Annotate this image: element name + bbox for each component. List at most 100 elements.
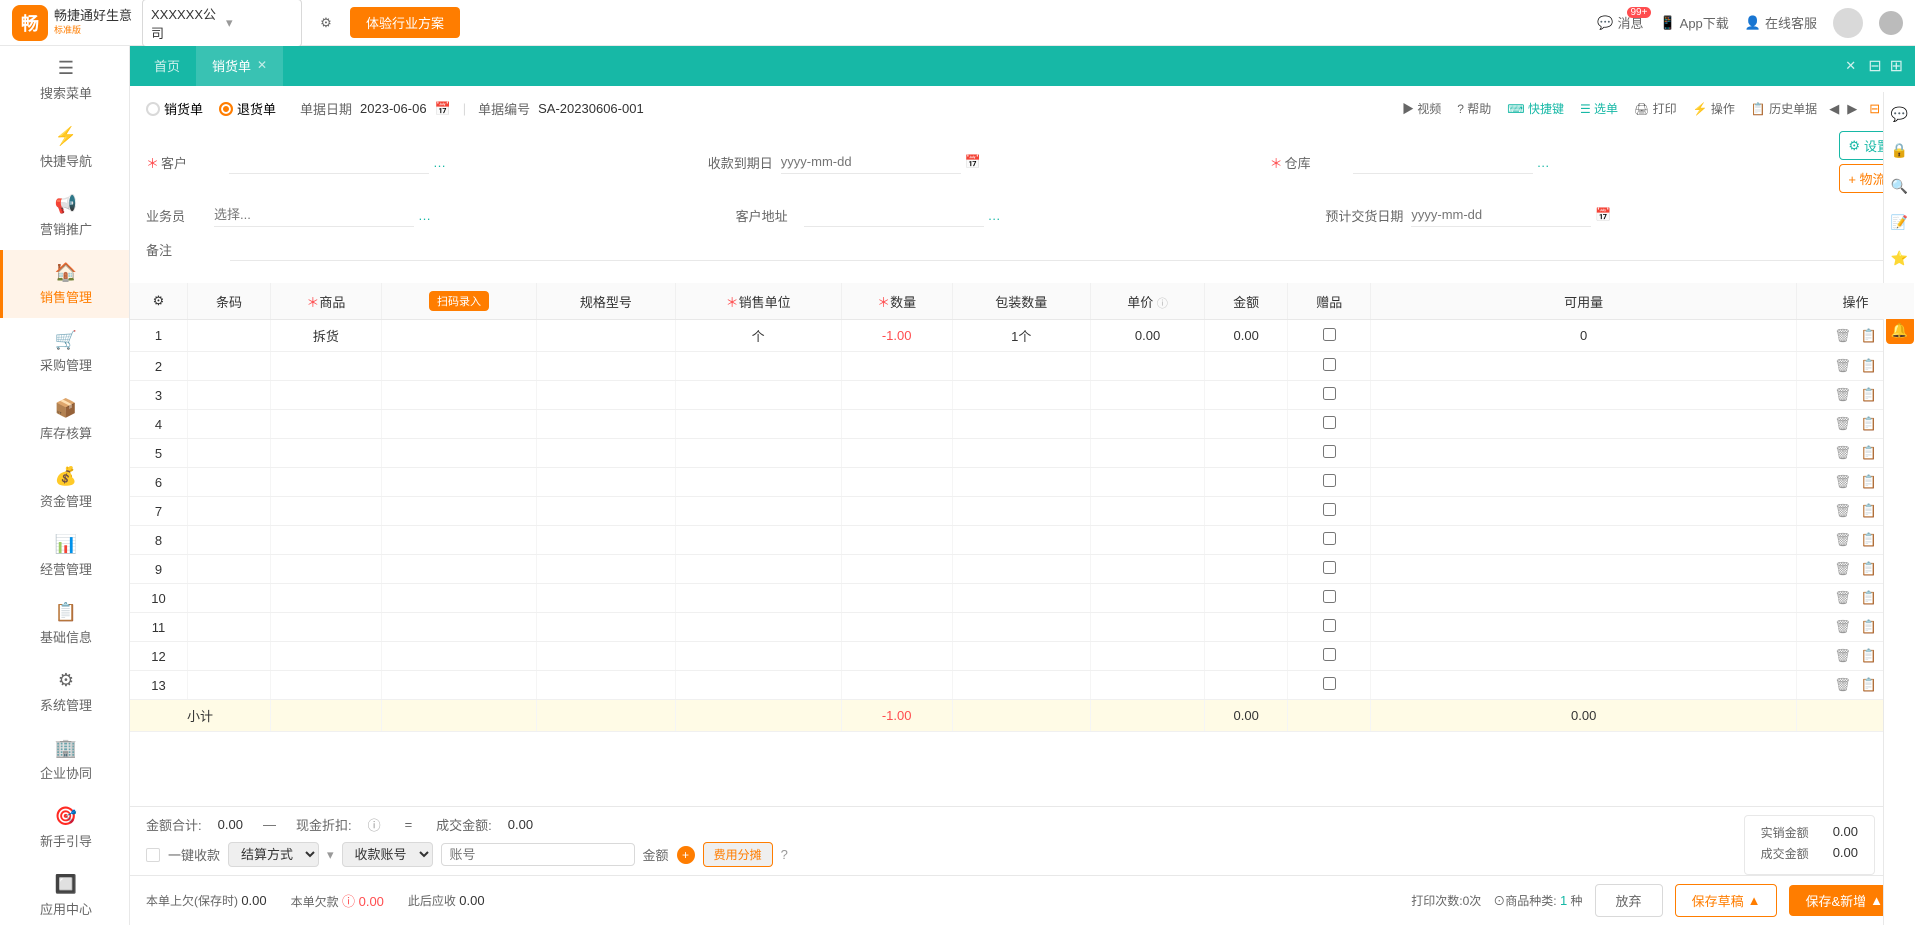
expected-date-input[interactable]	[1411, 203, 1591, 227]
row-product[interactable]: 拆货	[270, 320, 381, 352]
delete-icon[interactable]: 🗑	[1834, 445, 1851, 460]
sidebar-item-purchase[interactable]: 🛒 采购管理	[0, 318, 129, 386]
sidebar-item-system[interactable]: ⚙ 系统管理	[0, 658, 129, 726]
rp-note-icon[interactable]: 📝	[1886, 208, 1914, 236]
customer-input[interactable]	[229, 150, 429, 174]
row-qty[interactable]	[841, 497, 952, 526]
row-amount[interactable]	[1205, 584, 1288, 613]
row-spec[interactable]	[537, 613, 675, 642]
expected-calendar-icon[interactable]: 📅	[1595, 207, 1611, 223]
sidebar-item-guide[interactable]: 🎯 新手引导	[0, 794, 129, 862]
row-gift[interactable]	[1288, 584, 1371, 613]
shortcut-btn[interactable]: ⌨ 快捷键	[1503, 98, 1568, 119]
row-barcode[interactable]	[187, 671, 270, 700]
row-product[interactable]	[270, 439, 381, 468]
copy-icon[interactable]: 📋	[1861, 416, 1877, 431]
tab-close-icon[interactable]: ✕	[257, 58, 267, 72]
sidebar-item-inventory[interactable]: 📦 库存核算	[0, 386, 129, 454]
row-gift[interactable]	[1288, 642, 1371, 671]
nav-next-icon[interactable]: ▶	[1847, 101, 1857, 117]
row-unit[interactable]	[675, 613, 841, 642]
row-spec[interactable]	[537, 320, 675, 352]
customer-select-icon[interactable]: …	[433, 155, 446, 170]
row-gift[interactable]	[1288, 320, 1371, 352]
row-qty[interactable]	[841, 584, 952, 613]
row-amount[interactable]	[1205, 555, 1288, 584]
delete-icon[interactable]: 🗑	[1834, 474, 1851, 489]
gift-checkbox[interactable]	[1323, 387, 1336, 400]
row-amount[interactable]	[1205, 613, 1288, 642]
gift-checkbox[interactable]	[1323, 445, 1336, 458]
row-qty[interactable]	[841, 410, 952, 439]
row-price[interactable]	[1090, 526, 1204, 555]
row-pack-qty[interactable]	[952, 352, 1090, 381]
copy-icon[interactable]: 📋	[1861, 474, 1877, 489]
row-gift[interactable]	[1288, 671, 1371, 700]
video-btn[interactable]: ▶ 视频	[1398, 98, 1445, 119]
row-unit[interactable]: 个	[675, 320, 841, 352]
select-btn[interactable]: ☰ 选单	[1576, 98, 1622, 119]
sidebar-item-marketing[interactable]: 📢 营销推广	[0, 182, 129, 250]
payment-due-input[interactable]	[781, 150, 961, 174]
th-settings[interactable]: ⚙	[130, 283, 187, 320]
row-gift[interactable]	[1288, 410, 1371, 439]
row-amount[interactable]	[1205, 497, 1288, 526]
table-view-icon[interactable]: ⊟	[1864, 56, 1885, 76]
row-unit[interactable]	[675, 555, 841, 584]
row-price[interactable]	[1090, 381, 1204, 410]
row-product[interactable]	[270, 555, 381, 584]
row-pack-qty[interactable]	[952, 381, 1090, 410]
payment-calendar-icon[interactable]: 📅	[965, 154, 981, 170]
row-amount[interactable]	[1205, 381, 1288, 410]
row-qty[interactable]	[841, 526, 952, 555]
row-barcode[interactable]	[187, 555, 270, 584]
row-price[interactable]	[1090, 410, 1204, 439]
company-selector[interactable]: XXXXXX公司 ▾	[142, 0, 302, 47]
row-amount[interactable]	[1205, 526, 1288, 555]
close-all-tabs[interactable]: ✕	[1837, 58, 1864, 74]
gift-checkbox[interactable]	[1323, 590, 1336, 603]
row-spec[interactable]	[537, 352, 675, 381]
row-gift[interactable]	[1288, 352, 1371, 381]
row-product[interactable]	[270, 381, 381, 410]
warehouse-select-icon[interactable]: …	[1537, 155, 1550, 170]
payment-method-select[interactable]: 结算方式	[228, 842, 319, 867]
row-barcode[interactable]	[187, 439, 270, 468]
row-product[interactable]	[270, 497, 381, 526]
row-qty[interactable]	[841, 613, 952, 642]
delete-icon[interactable]: 🗑	[1834, 328, 1851, 343]
row-qty[interactable]	[841, 642, 952, 671]
list-view-icon[interactable]: ⊟	[1869, 101, 1880, 117]
delete-icon[interactable]: 🗑	[1834, 590, 1851, 605]
sidebar-item-basic[interactable]: 📋 基础信息	[0, 590, 129, 658]
sidebar-item-search[interactable]: ☰ 搜索菜单	[0, 46, 129, 114]
row-qty[interactable]	[841, 671, 952, 700]
row-pack-qty[interactable]	[952, 584, 1090, 613]
row-barcode[interactable]	[187, 497, 270, 526]
gift-checkbox[interactable]	[1323, 532, 1336, 545]
row-product[interactable]	[270, 671, 381, 700]
delete-icon[interactable]: 🗑	[1834, 677, 1851, 692]
row-qty[interactable]	[841, 555, 952, 584]
row-amount[interactable]	[1205, 642, 1288, 671]
delete-icon[interactable]: 🗑	[1834, 416, 1851, 431]
copy-icon[interactable]: 📋	[1861, 387, 1877, 402]
row-pack-qty[interactable]: 1个	[952, 320, 1090, 352]
copy-icon[interactable]: 📋	[1861, 677, 1877, 692]
row-spec[interactable]	[537, 526, 675, 555]
gift-checkbox[interactable]	[1323, 561, 1336, 574]
delete-icon[interactable]: 🗑	[1834, 648, 1851, 663]
row-product[interactable]	[270, 410, 381, 439]
row-gift[interactable]	[1288, 526, 1371, 555]
avatar[interactable]	[1833, 8, 1863, 38]
row-price[interactable]	[1090, 439, 1204, 468]
radio-return[interactable]: 退货单	[219, 99, 276, 118]
grid-view-icon[interactable]: ⊞	[1886, 56, 1907, 76]
delete-icon[interactable]: 🗑	[1834, 532, 1851, 547]
row-amount[interactable]	[1205, 410, 1288, 439]
row-spec[interactable]	[537, 555, 675, 584]
row-unit[interactable]	[675, 468, 841, 497]
sidebar-item-apps[interactable]: 🔲 应用中心	[0, 862, 129, 925]
row-pack-qty[interactable]	[952, 555, 1090, 584]
delete-icon[interactable]: 🗑	[1834, 503, 1851, 518]
